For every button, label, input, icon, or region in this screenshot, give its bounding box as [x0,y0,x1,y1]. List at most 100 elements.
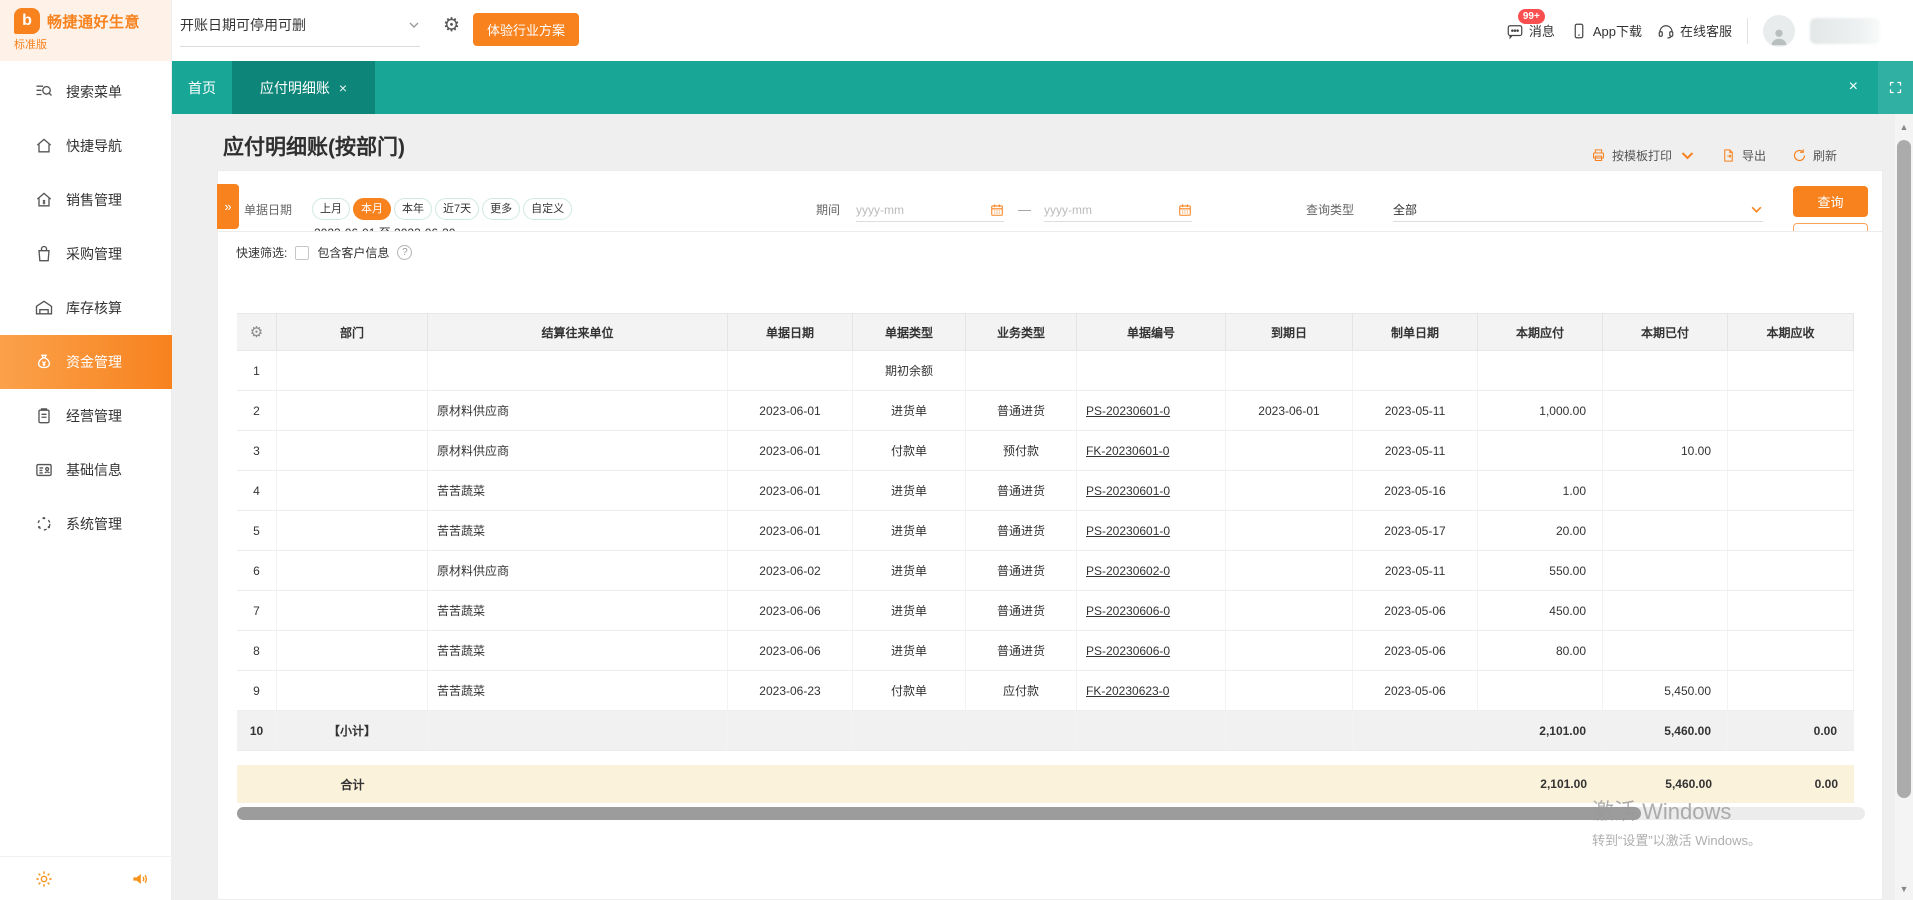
table-row[interactable]: 3 原材料供应商 2023-06-01 付款单 预付款 FK-20230601-0 2023… [237,431,1854,471]
sidebar-item-9[interactable]: 系统管理 [0,497,172,551]
export-button[interactable]: 导出 [1721,147,1766,164]
sidebar-item-2[interactable]: 快捷导航 [0,119,172,173]
sidebar-item-4[interactable]: 采购管理 [0,227,172,281]
tab-home[interactable]: 首页 [172,61,232,114]
settings-gear-icon[interactable] [34,869,54,889]
table-row[interactable]: 8 苦苦蔬菜 2023-06-06 进货单 普通进货 PS-20230606-0 2023-… [237,631,1854,671]
sidebar-item-8[interactable]: 基础信息 [0,443,172,497]
cell-doc-date: 2023-06-01 [728,391,853,430]
scroll-down-arrow-icon[interactable]: ▼ [1895,884,1913,894]
phone-icon [1574,23,1584,38]
cell-payable [1478,351,1603,390]
doc-no-link[interactable]: PS-20230601-0 [1086,484,1170,498]
column-header-partner: 结算往来单位 [428,314,728,350]
scroll-up-arrow-icon[interactable]: ▲ [1895,122,1913,132]
vertical-scrollbar-thumb[interactable] [1897,140,1911,798]
period-start-placeholder: yyyy-mm [856,202,904,217]
help-icon[interactable]: ? [397,245,413,260]
table-row[interactable]: 9 苦苦蔬菜 2023-06-23 付款单 应付款 FK-20230623-0 2023-0… [237,671,1854,711]
account-set-select[interactable]: 开账日期可停用可删 [180,15,420,47]
table-row[interactable]: 7 苦苦蔬菜 2023-06-06 进货单 普通进货 PS-20230606-0 2023-… [237,591,1854,631]
tab-payable-detail[interactable]: 应付明细账 × [232,61,375,114]
total-payable: 2,101.00 [1540,777,1587,791]
column-settings-gear-icon[interactable]: ⚙ [237,314,277,350]
avatar[interactable] [1763,14,1795,47]
quick-filter-label: 快速筛选: [236,246,288,260]
doc-no-link[interactable]: PS-20230606-0 [1086,644,1170,658]
cell-doc-no: PS-20230601-0 [1077,391,1226,430]
column-header-biz_type: 业务类型 [966,314,1077,350]
payable-detail-table: ⚙ 部门 结算往来单位 单据日期 单据类型 业务类型 单据编号 到期日 制单日期 本期应付 本期已付… [237,313,1854,751]
topbar: 开账日期可停用可删 ⚙ 体验行业方案 消息 99+ App下载 在线客服 [172,0,1913,61]
doc-no-link[interactable]: PS-20230601-0 [1086,524,1170,538]
doc-no-link[interactable]: PS-20230601-0 [1086,404,1170,418]
fullscreen-button[interactable] [1878,61,1913,114]
horizontal-scrollbar-thumb[interactable] [237,807,1641,820]
sidebar-item-1[interactable]: 搜索菜单 [0,65,172,119]
cell-due-date [1226,711,1353,750]
trial-solution-button[interactable]: 体验行业方案 [473,13,580,46]
period-label: 期间 [816,203,841,217]
print-by-template-button[interactable]: 按模板打印 [1591,147,1695,164]
query-type-select[interactable]: 全部 [1393,198,1763,222]
refresh-button[interactable]: 刷新 [1792,147,1837,164]
app-download-button[interactable]: App下载 [1570,21,1642,40]
sidebar-item-label: 采购管理 [66,246,122,262]
online-service-button[interactable]: 在线客服 [1657,21,1732,40]
date-pill-本年[interactable]: 本年 [394,198,432,220]
horizontal-scrollbar[interactable] [237,807,1865,820]
sidebar-item-3[interactable]: 销售管理 [0,173,172,227]
period-start-input[interactable]: yyyy-mm [856,198,1004,222]
refresh-label: 刷新 [1812,149,1837,163]
sidebar-item-7[interactable]: 经营管理 [0,389,172,443]
vertical-scrollbar[interactable]: ▲ ▼ [1895,114,1913,900]
report-toolbar: 按模板打印 导出 刷新 [1591,147,1837,164]
doc-no-link[interactable]: FK-20230601-0 [1086,444,1169,458]
filter-collapse-handle[interactable]: » [217,184,239,229]
table-row[interactable]: 6 原材料供应商 2023-06-02 进货单 普通进货 PS-20230602-0 202… [237,551,1854,591]
cell-department [277,471,428,510]
app-window: b 畅捷通好生意 标准版 搜索菜单 快捷导航 销售管理 采购管理 库存核算 资金管理 经营管… [0,0,1913,900]
cell-payable: 20.00 [1478,511,1603,550]
cell-biz-type: 普通进货 [966,631,1077,670]
total-dept: 合计 [340,777,365,792]
messages-button[interactable]: 消息 99+ [1506,9,1555,40]
quick-filter-row: 快速筛选: 包含客户信息 ? [236,244,413,261]
printer-icon [1592,149,1604,162]
close-all-tabs-icon[interactable]: × [1849,79,1858,95]
online-service-label: 在线客服 [1679,24,1732,39]
period-end-input[interactable]: yyyy-mm [1044,198,1192,222]
cell-row-number: 5 [237,511,277,550]
date-pill-近7天[interactable]: 近7天 [435,198,480,220]
topbar-gear-icon[interactable]: ⚙ [443,16,463,36]
include-customer-checkbox[interactable] [295,245,310,260]
doc-no-link[interactable]: PS-20230606-0 [1086,604,1170,618]
sound-speaker-icon[interactable] [130,869,150,889]
tab-payable-detail-label: 应付明细账 [259,79,330,96]
doc-no-link[interactable]: PS-20230602-0 [1086,564,1170,578]
search-button[interactable]: 查询 [1793,186,1868,217]
cell-doc-type [853,711,966,750]
calendar-icon[interactable] [1178,203,1192,217]
tab-close-icon[interactable]: × [339,81,347,95]
calendar-icon[interactable] [990,203,1004,217]
table-row[interactable]: 4 苦苦蔬菜 2023-06-01 进货单 普通进货 PS-20230601-0 2023-… [237,471,1854,511]
doc-no-link[interactable]: FK-20230623-0 [1086,684,1169,698]
table-row[interactable]: 1 期初余额 [237,351,1854,391]
sidebar-item-6[interactable]: 资金管理 [0,335,172,389]
cell-partner: 苦苦蔬菜 [428,591,728,630]
table-row[interactable]: 2 原材料供应商 2023-06-01 进货单 普通进货 PS-20230601-0 202… [237,391,1854,431]
sidebar-item-5[interactable]: 库存核算 [0,281,172,335]
cell-partner: 原材料供应商 [428,551,728,590]
date-pill-更多[interactable]: 更多 [482,198,521,220]
column-header-create_date: 制单日期 [1353,314,1478,350]
sidebar-item-label: 经营管理 [66,408,122,424]
table-row[interactable]: 5 苦苦蔬菜 2023-06-01 进货单 普通进货 PS-20230601-0 2023-… [237,511,1854,551]
cell-doc-type: 进货单 [853,591,966,630]
sidebar-item-label: 资金管理 [66,354,122,370]
date-pill-自定义[interactable]: 自定义 [523,198,573,220]
chevron-down-icon[interactable] [1680,148,1695,163]
date-pill-上月[interactable]: 上月 [312,198,350,220]
date-pill-本月[interactable]: 本月 [353,198,391,220]
cell-create-date [1353,711,1478,750]
